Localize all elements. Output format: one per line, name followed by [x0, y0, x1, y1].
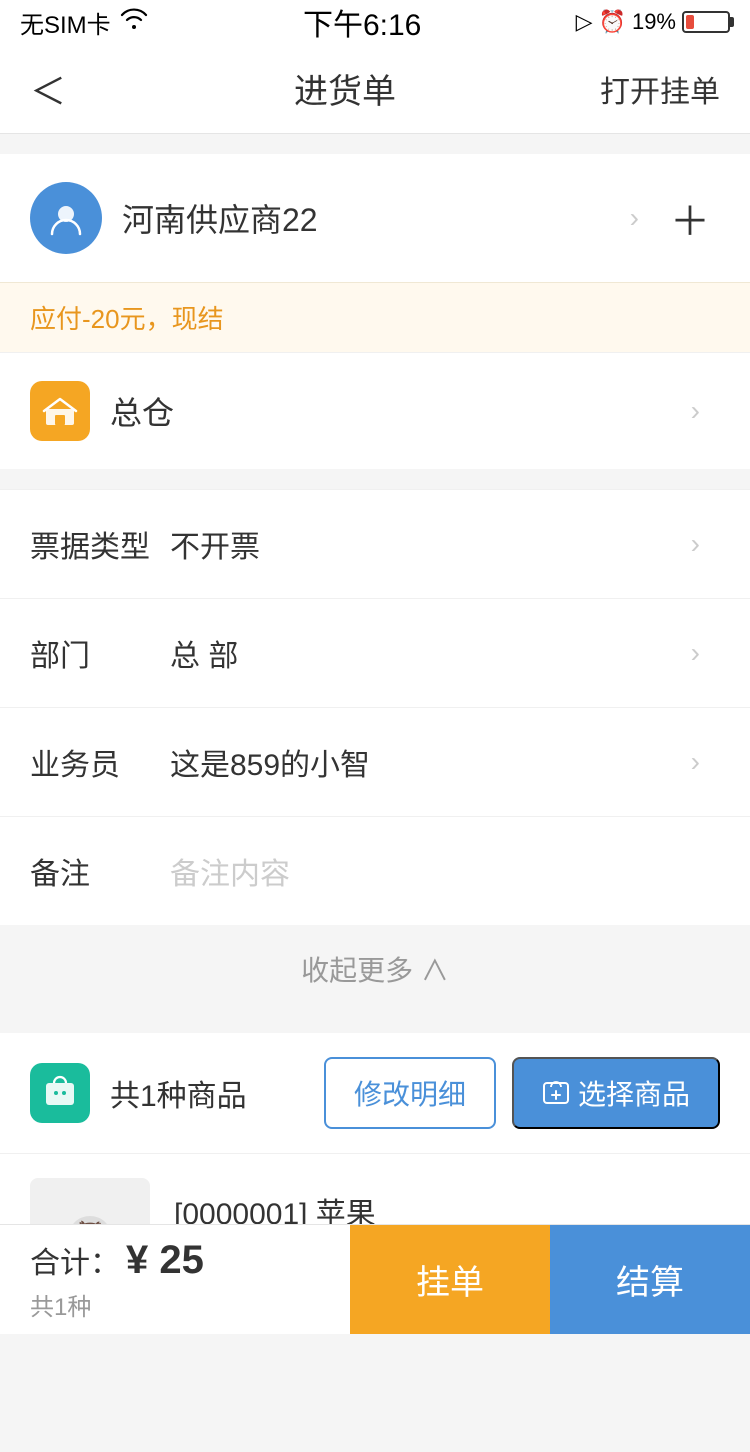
remark-input[interactable]: 备注内容 [170, 849, 720, 893]
notice-text: 应付-20元，现结 [30, 304, 224, 334]
hang-label: 挂单 [416, 1255, 484, 1304]
back-button[interactable]: ＜ [30, 63, 90, 115]
product-count: 共1种商品 [110, 1071, 324, 1115]
warehouse-row[interactable]: 总仓 › [0, 352, 750, 469]
chevron-right-dept-icon: › [691, 637, 700, 669]
battery-icon [682, 11, 730, 33]
sales-row[interactable]: 业务员 这是859的小智 › [0, 707, 750, 816]
warehouse-name: 总仓 [110, 388, 691, 434]
chevron-right-sales-icon: › [691, 746, 700, 778]
remark-row[interactable]: 备注 备注内容 [0, 816, 750, 925]
warehouse-icon [30, 381, 90, 441]
total-sub: 共1种 [30, 1287, 320, 1322]
total-amount: ¥ 25 [126, 1238, 204, 1283]
total-section: 合计： ¥ 25 共1种 [0, 1225, 350, 1334]
edit-detail-button[interactable]: 修改明细 [324, 1057, 496, 1129]
dept-row[interactable]: 部门 总 部 › [0, 598, 750, 707]
open-hang-button[interactable]: 打开挂单 [600, 67, 720, 111]
checkout-label: 结算 [616, 1255, 684, 1304]
checkout-button[interactable]: 结算 [550, 1225, 750, 1334]
total-label: 合计： ¥ 25 [30, 1238, 320, 1283]
invoice-type-row[interactable]: 票据类型 不开票 › [0, 489, 750, 598]
supplier-row[interactable]: 河南供应商22 › ＋ [0, 154, 750, 282]
carrier-text: 无SIM卡 [20, 5, 111, 40]
status-time: 下午6:16 [303, 0, 421, 44]
battery-percent: 19% [632, 9, 676, 35]
hang-button[interactable]: 挂单 [350, 1225, 550, 1334]
chevron-right-invoice-icon: › [691, 528, 700, 560]
product-icon [30, 1063, 90, 1123]
notice-bar: 应付-20元，现结 [0, 282, 750, 352]
sales-label: 业务员 [30, 740, 170, 784]
bottom-bar: 合计： ¥ 25 共1种 挂单 结算 [0, 1224, 750, 1334]
status-left: 无SIM卡 [20, 5, 149, 40]
chevron-right-warehouse-icon: › [691, 395, 700, 427]
location-icon: ▷ [576, 9, 593, 35]
collapse-bar[interactable]: 收起更多 ∧ [0, 925, 750, 1013]
collapse-label: 收起更多 ∧ [301, 955, 449, 986]
nav-bar: ＜ 进货单 打开挂单 [0, 44, 750, 134]
product-header: 共1种商品 修改明细 选择商品 [0, 1013, 750, 1153]
dept-value: 总 部 [170, 631, 691, 675]
supplier-section: 河南供应商22 › ＋ 应付-20元，现结 总仓 › [0, 154, 750, 469]
remark-label: 备注 [30, 849, 170, 893]
section-gap-1 [0, 134, 750, 154]
select-product-label: 选择商品 [578, 1073, 690, 1113]
section-gap-2 [0, 469, 750, 489]
status-bar: 无SIM卡 下午6:16 ▷ ⏰ 19% [0, 0, 750, 44]
status-right: ▷ ⏰ 19% [576, 9, 730, 35]
invoice-type-value: 不开票 [170, 522, 691, 566]
wifi-icon [119, 7, 149, 38]
select-product-button[interactable]: 选择商品 [512, 1057, 720, 1129]
page-title: 进货单 [294, 64, 396, 113]
sales-value: 这是859的小智 [170, 740, 691, 784]
form-section: 票据类型 不开票 › 部门 总 部 › 业务员 这是859的小智 › 备注 备注… [0, 489, 750, 925]
dept-label: 部门 [30, 631, 170, 675]
chevron-right-icon: › [630, 202, 639, 234]
supplier-name: 河南供应商22 [122, 195, 630, 241]
total-text: 合计： [30, 1238, 120, 1282]
add-supplier-button[interactable]: ＋ [660, 189, 720, 247]
bottom-padding [0, 1322, 750, 1452]
alarm-icon: ⏰ [599, 9, 626, 35]
supplier-avatar [30, 182, 102, 254]
invoice-type-label: 票据类型 [30, 522, 170, 566]
